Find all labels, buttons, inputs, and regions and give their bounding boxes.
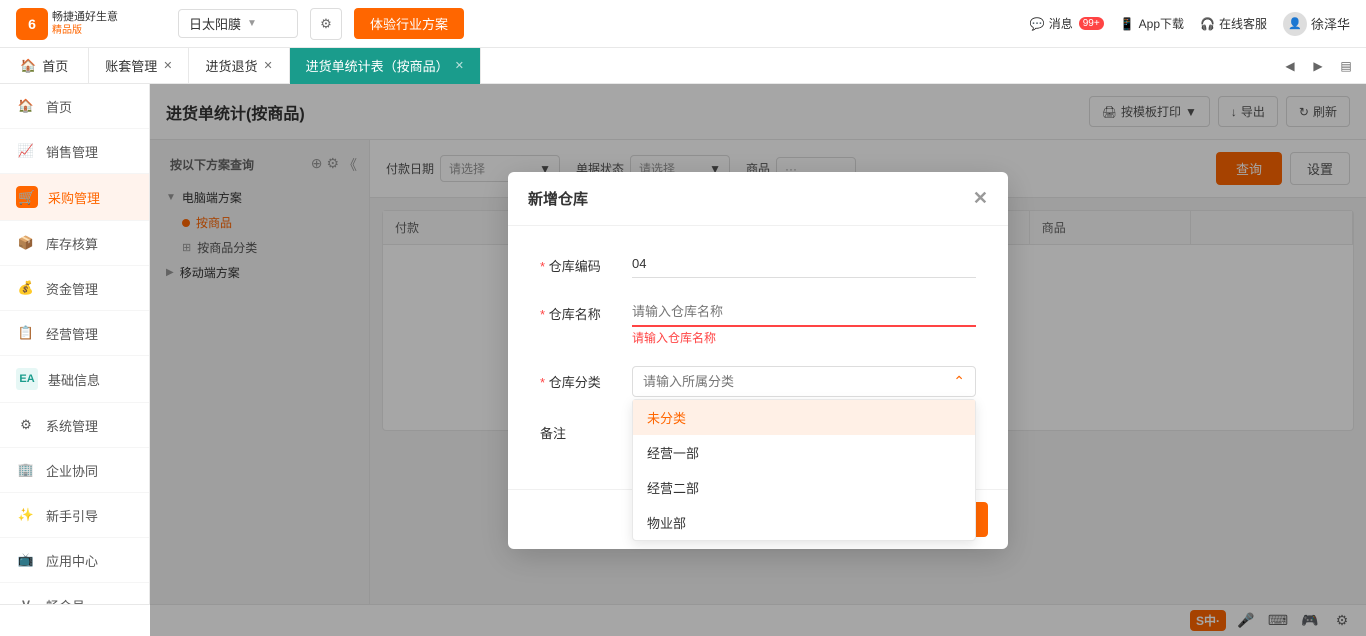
header-right: 💬 消息 99+ 📱 App下载 🎧 在线客服 👤 徐泽华 (1030, 12, 1350, 36)
sidebar-item-basic-info[interactable]: EA 基础信息 (0, 356, 149, 403)
tab-purchase-return[interactable]: 进货退货 ✕ (189, 48, 289, 84)
basic-info-icon: EA (16, 368, 38, 390)
name-error-message: 请输入仓库名称 (632, 329, 976, 346)
tab-purchase-stats[interactable]: 进货单统计表（按商品） ✕ (290, 48, 481, 84)
sidebar-item-operations[interactable]: 📋 经营管理 (0, 311, 149, 356)
dropdown-item-dept3[interactable]: 物业部 (633, 505, 975, 540)
modal-body: * 仓库编码 * 仓库名称 (508, 226, 1008, 489)
logo-area: 6 畅捷通好生意 精品版 (16, 8, 166, 40)
inventory-icon: 📦 (16, 233, 36, 253)
app-icon: 📱 (1120, 17, 1135, 31)
main-layout: 🏠 首页 📈 销售管理 🛒 采购管理 📦 库存核算 💰 资金管理 📋 经营管理 … (0, 84, 1366, 636)
name-input-wrap: 请输入仓库名称 (632, 298, 976, 346)
code-label: * 仓库编码 (540, 250, 620, 275)
store-selector[interactable]: 日太阳膜 ▼ (178, 9, 298, 38)
sidebar-item-purchase[interactable]: 🛒 采购管理 (0, 174, 149, 221)
sales-icon: 📈 (16, 141, 36, 161)
sidebar-item-sales[interactable]: 📈 销售管理 (0, 129, 149, 174)
warehouse-code-input[interactable] (632, 250, 976, 278)
chevron-up-icon: ⌃ (953, 373, 965, 390)
form-row-code: * 仓库编码 (540, 250, 976, 278)
form-row-category: * 仓库分类 ⌃ 未分类 经营一部 经 (540, 366, 976, 397)
warehouse-name-input[interactable] (632, 298, 976, 327)
tab-close-icon[interactable]: ✕ (163, 59, 172, 72)
category-search-input[interactable] (643, 374, 953, 389)
message-badge: 99+ (1079, 17, 1104, 30)
category-select[interactable]: ⌃ (632, 366, 976, 397)
logo-icon: 6 (16, 8, 48, 40)
tab-next-button[interactable]: ▶ (1306, 54, 1330, 78)
tab-close-icon[interactable]: ✕ (455, 59, 464, 72)
tab-controls: ◀ ▶ ▤ (1270, 54, 1366, 78)
modal-overlay: 新增仓库 ✕ * 仓库编码 (150, 84, 1366, 636)
sidebar-item-guide[interactable]: ✨ 新手引导 (0, 493, 149, 538)
operations-icon: 📋 (16, 323, 36, 343)
add-warehouse-modal: 新增仓库 ✕ * 仓库编码 (508, 172, 1008, 549)
finance-icon: 💰 (16, 278, 36, 298)
modal-close-button[interactable]: ✕ (973, 188, 988, 209)
sidebar-item-finance[interactable]: 💰 资金管理 (0, 266, 149, 311)
system-icon: ⚙ (16, 415, 36, 435)
purchase-icon: 🛒 (16, 186, 38, 208)
category-dropdown: 未分类 经营一部 经营二部 物业部 (632, 399, 976, 541)
sidebar-item-home[interactable]: 🏠 首页 (0, 84, 149, 129)
gear-icon: ⚙ (320, 16, 332, 32)
message-icon: 💬 (1030, 17, 1045, 31)
chevron-down-icon: ▼ (247, 18, 257, 29)
dropdown-item-dept1[interactable]: 经营一部 (633, 435, 975, 470)
user-profile-button[interactable]: 👤 徐泽华 (1283, 12, 1350, 36)
online-service-button[interactable]: 🎧 在线客服 (1200, 15, 1267, 32)
sidebar-item-system[interactable]: ⚙ 系统管理 (0, 403, 149, 448)
dropdown-item-uncategorized[interactable]: 未分类 (633, 400, 975, 435)
app-center-icon: 📺 (16, 550, 36, 570)
tab-home[interactable]: 🏠 首页 (0, 48, 89, 84)
notes-label: 备注 (540, 417, 620, 442)
guide-icon: ✨ (16, 505, 36, 525)
name-label: * 仓库名称 (540, 298, 620, 323)
app-download-button[interactable]: 📱 App下载 (1120, 15, 1184, 32)
logo-text: 畅捷通好生意 精品版 (52, 10, 118, 37)
sidebar-item-enterprise[interactable]: 🏢 企业协同 (0, 448, 149, 493)
form-row-name: * 仓库名称 请输入仓库名称 (540, 298, 976, 346)
trial-industry-button[interactable]: 体验行业方案 (354, 8, 464, 39)
sidebar: 🏠 首页 📈 销售管理 🛒 采购管理 📦 库存核算 💰 资金管理 📋 经营管理 … (0, 84, 150, 636)
home-icon: 🏠 (16, 96, 36, 116)
content-area: 进货单统计(按商品) 🖨 按模板打印 ▼ ↓ 导出 ↻ 刷新 (150, 84, 1366, 636)
sidebar-item-app-center[interactable]: 📺 应用中心 (0, 538, 149, 583)
tab-account-management[interactable]: 账套管理 ✕ (89, 48, 189, 84)
top-header: 6 畅捷通好生意 精品版 日太阳膜 ▼ ⚙ 体验行业方案 💬 消息 99+ 📱 … (0, 0, 1366, 48)
enterprise-icon: 🏢 (16, 460, 36, 480)
sidebar-item-inventory[interactable]: 📦 库存核算 (0, 221, 149, 266)
dropdown-item-dept2[interactable]: 经营二部 (633, 470, 975, 505)
category-select-wrap: ⌃ 未分类 经营一部 经营二部 物业部 (632, 366, 976, 397)
tab-prev-button[interactable]: ◀ (1278, 54, 1302, 78)
tab-menu-button[interactable]: ▤ (1334, 54, 1358, 78)
code-input-wrap (632, 250, 976, 278)
category-label: * 仓库分类 (540, 366, 620, 391)
tab-bar: 🏠 首页 账套管理 ✕ 进货退货 ✕ 进货单统计表（按商品） ✕ ◀ ▶ ▤ (0, 48, 1366, 84)
headset-icon: 🎧 (1200, 17, 1215, 31)
message-button[interactable]: 💬 消息 99+ (1030, 15, 1104, 32)
avatar: 👤 (1283, 12, 1307, 36)
home-icon: 🏠 (20, 58, 36, 74)
modal-header: 新增仓库 ✕ (508, 172, 1008, 226)
tab-close-icon[interactable]: ✕ (263, 59, 272, 72)
settings-gear-button[interactable]: ⚙ (310, 8, 342, 40)
modal-title: 新增仓库 (528, 188, 588, 209)
